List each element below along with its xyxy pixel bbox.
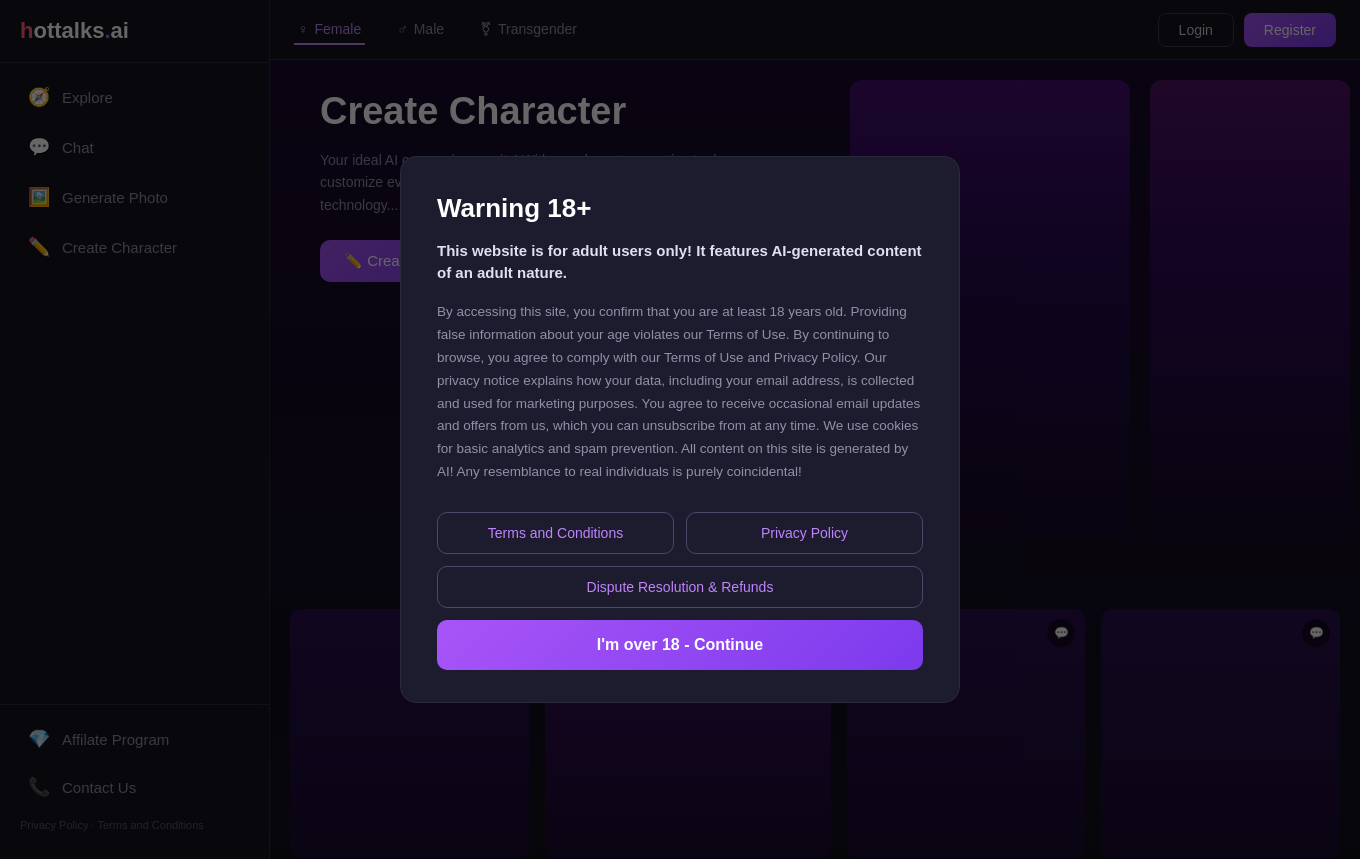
- terms-button[interactable]: Terms and Conditions: [437, 512, 674, 554]
- confirm-age-button[interactable]: I'm over 18 - Continue: [437, 620, 923, 670]
- age-warning-modal: Warning 18+ This website is for adult us…: [400, 156, 960, 704]
- modal-link-row: Terms and Conditions Privacy Policy: [437, 512, 923, 554]
- modal-title: Warning 18+: [437, 193, 923, 224]
- modal-overlay: Warning 18+ This website is for adult us…: [0, 0, 1360, 859]
- modal-body: By accessing this site, you confirm that…: [437, 301, 923, 485]
- privacy-button[interactable]: Privacy Policy: [686, 512, 923, 554]
- modal-subtitle: This website is for adult users only! It…: [437, 240, 923, 285]
- dispute-button[interactable]: Dispute Resolution & Refunds: [437, 566, 923, 608]
